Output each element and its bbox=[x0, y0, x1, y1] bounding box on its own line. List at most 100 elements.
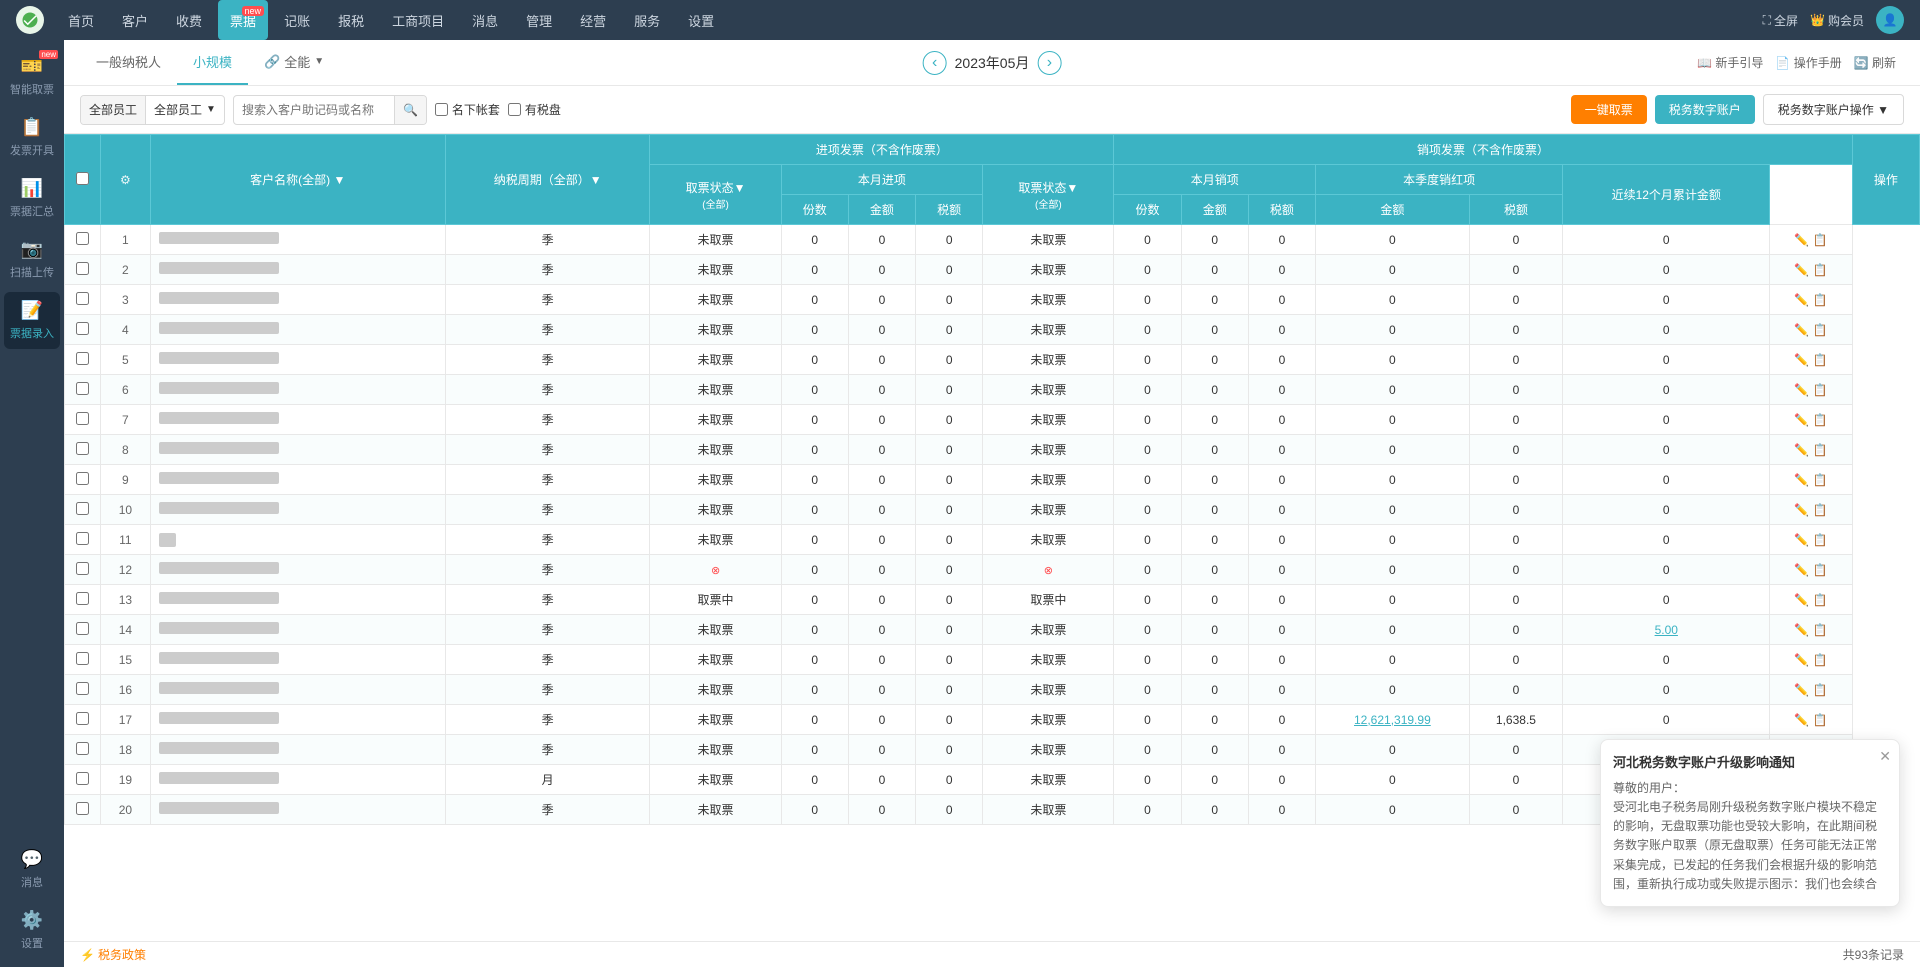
row-checkbox-cell[interactable] bbox=[65, 465, 101, 495]
tab-general-taxpayer[interactable]: 一般纳税人 bbox=[80, 40, 177, 85]
row-checkbox-cell[interactable] bbox=[65, 225, 101, 255]
edit-button[interactable]: ✏️ bbox=[1794, 353, 1809, 367]
th-client-name[interactable]: 客户名称(全部) ▼ bbox=[150, 135, 445, 225]
nav-service[interactable]: 服务 bbox=[622, 0, 672, 40]
red-amount[interactable]: 12,621,319.99 bbox=[1354, 713, 1431, 727]
row-checkbox[interactable] bbox=[76, 382, 89, 395]
checkbox-subledger[interactable]: 名下帐套 bbox=[435, 101, 500, 118]
copy-button[interactable]: 📋 bbox=[1813, 383, 1828, 397]
copy-button[interactable]: 📋 bbox=[1813, 653, 1828, 667]
select-all-checkbox[interactable] bbox=[76, 172, 89, 185]
copy-button[interactable]: 📋 bbox=[1813, 533, 1828, 547]
fullscreen-button[interactable]: ⛶ 全屏 bbox=[1763, 12, 1798, 29]
nav-bookkeeping[interactable]: 记账 bbox=[272, 0, 322, 40]
row-checkbox[interactable] bbox=[76, 802, 89, 815]
guide-button[interactable]: 📖 新手引导 bbox=[1697, 54, 1763, 71]
edit-button[interactable]: ✏️ bbox=[1794, 443, 1809, 457]
sidebar-item-config[interactable]: ⚙️ 设置 bbox=[4, 902, 60, 959]
search-input[interactable] bbox=[234, 103, 394, 117]
row-checkbox[interactable] bbox=[76, 352, 89, 365]
date-prev-button[interactable]: ‹ bbox=[923, 51, 947, 75]
row-checkbox[interactable] bbox=[76, 622, 89, 635]
row-checkbox[interactable] bbox=[76, 682, 89, 695]
row-checkbox[interactable] bbox=[76, 562, 89, 575]
edit-button[interactable]: ✏️ bbox=[1794, 683, 1809, 697]
row-checkbox[interactable] bbox=[76, 412, 89, 425]
copy-button[interactable]: 📋 bbox=[1813, 473, 1828, 487]
row-checkbox[interactable] bbox=[76, 322, 89, 335]
row-checkbox[interactable] bbox=[76, 442, 89, 455]
nav-fee[interactable]: 收费 bbox=[164, 0, 214, 40]
notification-close-button[interactable]: ✕ bbox=[1879, 748, 1891, 765]
edit-button[interactable]: ✏️ bbox=[1794, 263, 1809, 277]
edit-button[interactable]: ✏️ bbox=[1794, 533, 1809, 547]
tab-all[interactable]: 🔗 全能 ▼ bbox=[248, 40, 340, 85]
th-out-fetch-status[interactable]: 取票状态▼(全部) bbox=[983, 165, 1114, 225]
row-checkbox-cell[interactable] bbox=[65, 285, 101, 315]
copy-button[interactable]: 📋 bbox=[1813, 683, 1828, 697]
row-checkbox[interactable] bbox=[76, 532, 89, 545]
row-checkbox[interactable] bbox=[76, 232, 89, 245]
row-checkbox[interactable] bbox=[76, 502, 89, 515]
cumulative[interactable]: 5.00 bbox=[1655, 623, 1678, 637]
column-settings-icon[interactable]: ⚙ bbox=[120, 173, 131, 187]
copy-button[interactable]: 📋 bbox=[1813, 563, 1828, 577]
checkbox-subledger-input[interactable] bbox=[435, 103, 448, 116]
row-checkbox-cell[interactable] bbox=[65, 765, 101, 795]
copy-button[interactable]: 📋 bbox=[1813, 503, 1828, 517]
edit-button[interactable]: ✏️ bbox=[1794, 473, 1809, 487]
row-checkbox[interactable] bbox=[76, 472, 89, 485]
copy-button[interactable]: 📋 bbox=[1813, 263, 1828, 277]
copy-button[interactable]: 📋 bbox=[1813, 323, 1828, 337]
copy-button[interactable]: 📋 bbox=[1813, 353, 1828, 367]
sidebar-item-invoice-summary[interactable]: 📊 票据汇总 bbox=[4, 170, 60, 227]
sidebar-item-message[interactable]: 💬 消息 bbox=[4, 841, 60, 898]
th-in-fetch-status[interactable]: 取票状态▼(全部) bbox=[650, 165, 781, 225]
copy-button[interactable]: 📋 bbox=[1813, 623, 1828, 637]
refresh-button[interactable]: 🔄 刷新 bbox=[1854, 54, 1896, 71]
nav-message[interactable]: 消息 bbox=[460, 0, 510, 40]
th-select-all[interactable] bbox=[65, 135, 101, 225]
sidebar-item-ticket-entry[interactable]: 📝 票据录入 bbox=[4, 292, 60, 349]
copy-button[interactable]: 📋 bbox=[1813, 413, 1828, 427]
row-checkbox-cell[interactable] bbox=[65, 345, 101, 375]
nav-home[interactable]: 首页 bbox=[56, 0, 106, 40]
edit-button[interactable]: ✏️ bbox=[1794, 323, 1809, 337]
tax-policy-link[interactable]: ⚡ 税务政策 bbox=[80, 946, 146, 963]
row-checkbox[interactable] bbox=[76, 652, 89, 665]
nav-business[interactable]: 工商项目 bbox=[380, 0, 456, 40]
row-checkbox[interactable] bbox=[76, 292, 89, 305]
sidebar-item-invoice-open[interactable]: 📋 发票开具 bbox=[4, 109, 60, 166]
row-checkbox[interactable] bbox=[76, 262, 89, 275]
row-checkbox-cell[interactable] bbox=[65, 585, 101, 615]
row-checkbox-cell[interactable] bbox=[65, 525, 101, 555]
member-button[interactable]: 👑 购会员 bbox=[1810, 12, 1864, 29]
row-checkbox-cell[interactable] bbox=[65, 795, 101, 825]
tab-small-scale[interactable]: 小规模 bbox=[177, 40, 248, 85]
tax-digital-account-button[interactable]: 税务数字账户 bbox=[1655, 95, 1755, 124]
copy-button[interactable]: 📋 bbox=[1813, 293, 1828, 307]
edit-button[interactable]: ✏️ bbox=[1794, 413, 1809, 427]
sidebar-item-scan-upload[interactable]: 📷 扫描上传 bbox=[4, 231, 60, 288]
manual-button[interactable]: 📄 操作手册 bbox=[1775, 54, 1841, 71]
search-button[interactable]: 🔍 bbox=[394, 96, 426, 124]
edit-button[interactable]: ✏️ bbox=[1794, 383, 1809, 397]
nav-settings[interactable]: 设置 bbox=[676, 0, 726, 40]
employee-select[interactable]: 全部员工 全部员工 ▼ bbox=[80, 95, 225, 125]
copy-button[interactable]: 📋 bbox=[1813, 233, 1828, 247]
edit-button[interactable]: ✏️ bbox=[1794, 713, 1809, 727]
date-next-button[interactable]: › bbox=[1037, 51, 1061, 75]
copy-button[interactable]: 📋 bbox=[1813, 593, 1828, 607]
row-checkbox-cell[interactable] bbox=[65, 375, 101, 405]
nav-operation[interactable]: 经营 bbox=[568, 0, 618, 40]
edit-button[interactable]: ✏️ bbox=[1794, 503, 1809, 517]
row-checkbox-cell[interactable] bbox=[65, 495, 101, 525]
row-checkbox[interactable] bbox=[76, 592, 89, 605]
row-checkbox[interactable] bbox=[76, 742, 89, 755]
edit-button[interactable]: ✏️ bbox=[1794, 623, 1809, 637]
row-checkbox-cell[interactable] bbox=[65, 615, 101, 645]
row-checkbox-cell[interactable] bbox=[65, 255, 101, 285]
th-tax-period[interactable]: 纳税周期（全部）▼ bbox=[445, 135, 650, 225]
nav-invoice[interactable]: 票据 new bbox=[218, 0, 268, 40]
checkbox-taxdisk[interactable]: 有税盘 bbox=[508, 101, 561, 118]
